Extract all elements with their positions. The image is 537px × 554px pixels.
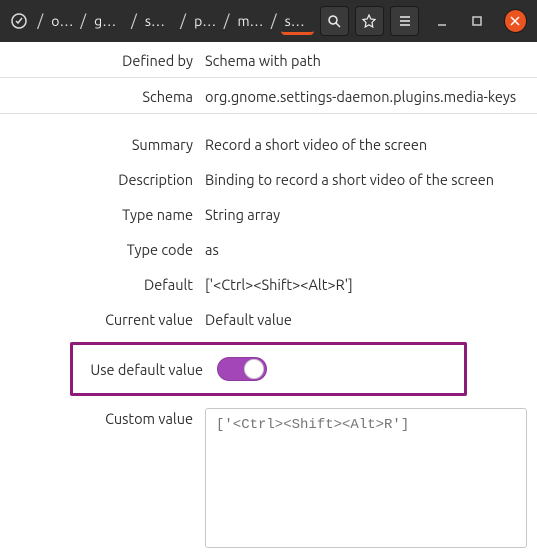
row-type-name: Type name String array [0, 196, 537, 231]
label-current-value: Current value [10, 309, 205, 328]
row-schema: Schema org.gnome.settings-daemon.plugins… [0, 78, 537, 114]
star-icon [362, 14, 376, 28]
custom-value-input[interactable] [205, 408, 527, 548]
value-type-name: String array [205, 204, 527, 223]
value-summary: Record a short video of the screen [205, 134, 527, 153]
label-description: Description [10, 169, 205, 188]
hamburger-icon [398, 14, 412, 28]
label-default: Default [10, 274, 205, 293]
bookmark-button[interactable] [355, 6, 384, 36]
crumb-sep: / [222, 12, 232, 30]
switch-knob [244, 359, 264, 379]
row-default: Default ['<Ctrl><Shift><Alt>R'] [0, 266, 537, 301]
crumb-settings-daemon[interactable]: s…n [141, 7, 176, 35]
label-type-name: Type name [10, 204, 205, 223]
maximize-button[interactable] [462, 6, 491, 36]
value-current-value: Default value [205, 309, 527, 328]
row-summary: Summary Record a short video of the scre… [0, 126, 537, 161]
crumb-key[interactable]: s…t [281, 7, 314, 35]
menu-button[interactable] [390, 6, 419, 36]
minimize-icon [436, 15, 448, 27]
maximize-icon [471, 15, 483, 27]
crumb-gnome[interactable]: g…e [90, 7, 127, 35]
crumb-sep: / [78, 12, 88, 30]
label-summary: Summary [10, 134, 205, 153]
row-defined-by: Defined by Schema with path [0, 42, 537, 78]
label-use-default: Use default value [83, 361, 203, 378]
crumb-org[interactable]: org [47, 7, 76, 35]
value-description: Binding to record a short video of the s… [205, 169, 527, 188]
close-icon [510, 16, 520, 26]
value-defined-by: Schema with path [205, 50, 527, 69]
search-button[interactable] [320, 6, 349, 36]
label-type-code: Type code [10, 239, 205, 258]
titlebar: / org / g…e / s…n / p… / m… / s…t [0, 0, 537, 42]
value-type-code: as [205, 239, 527, 258]
row-description: Description Binding to record a short vi… [0, 161, 537, 196]
label-custom-value: Custom value [10, 408, 205, 427]
row-type-code: Type code as [0, 231, 537, 266]
crumb-plugins[interactable]: p… [190, 7, 220, 35]
app-icon [8, 10, 29, 32]
row-custom-value: Custom value [0, 402, 537, 554]
close-button[interactable] [504, 9, 527, 33]
content: Defined by Schema with path Schema org.g… [0, 42, 537, 554]
crumb-sep: / [35, 12, 45, 30]
minimize-button[interactable] [427, 6, 456, 36]
row-current-value: Current value Default value [0, 301, 537, 336]
crumb-sep: / [269, 12, 279, 30]
crumb-sep: / [178, 12, 188, 30]
value-default: ['<Ctrl><Shift><Alt>R'] [205, 274, 527, 293]
use-default-box: Use default value [70, 342, 467, 396]
use-default-switch[interactable] [217, 357, 267, 381]
label-schema: Schema [10, 86, 205, 105]
crumb-media-keys[interactable]: m… [233, 7, 266, 35]
value-schema: org.gnome.settings-daemon.plugins.media-… [205, 86, 527, 105]
search-icon [327, 14, 341, 28]
crumb-sep: / [129, 12, 139, 30]
label-defined-by: Defined by [10, 50, 205, 69]
